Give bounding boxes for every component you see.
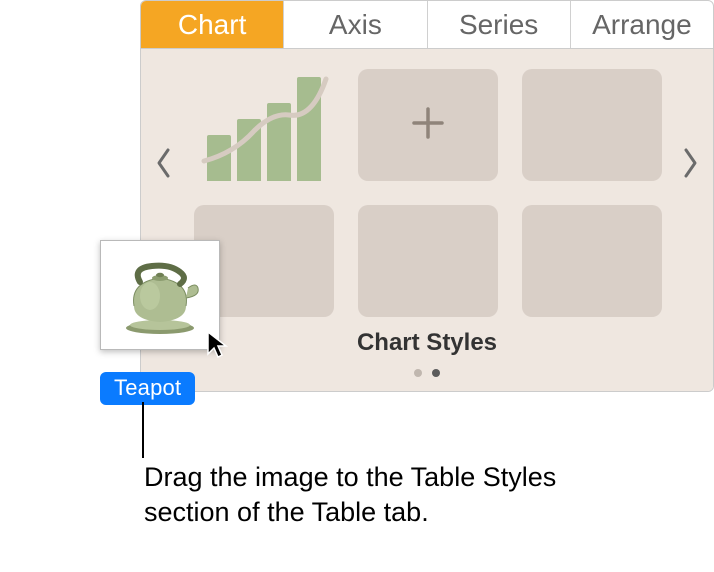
cursor-icon	[206, 330, 230, 360]
tab-axis[interactable]: Axis	[284, 1, 427, 48]
chart-style-empty-slot[interactable]	[522, 205, 662, 317]
page-dot-1[interactable]	[414, 369, 422, 377]
styles-next-button[interactable]	[679, 145, 701, 185]
callout-line	[142, 402, 144, 458]
styles-prev-button[interactable]	[153, 145, 175, 185]
tab-bar: Chart Axis Series Arrange	[141, 1, 713, 49]
page-indicator	[141, 369, 713, 377]
plus-icon	[406, 101, 450, 150]
chart-style-empty-slot[interactable]	[358, 205, 498, 317]
chevron-left-icon	[155, 147, 173, 184]
add-chart-style-button[interactable]	[358, 69, 498, 181]
chart-style-empty-slot[interactable]	[522, 69, 662, 181]
caption-text: Drag the image to the Table Styles secti…	[144, 460, 614, 530]
drag-label: Teapot	[100, 372, 195, 405]
tab-chart[interactable]: Chart	[141, 1, 284, 48]
tab-arrange[interactable]: Arrange	[571, 1, 713, 48]
bar-chart-icon	[194, 69, 334, 181]
page-dot-2[interactable]	[432, 369, 440, 377]
chart-style-preset-1[interactable]	[194, 69, 334, 181]
chevron-right-icon	[681, 147, 699, 184]
tab-series[interactable]: Series	[428, 1, 571, 48]
dragged-thumbnail[interactable]	[100, 240, 220, 350]
chart-styles-grid	[191, 69, 665, 317]
teapot-image	[110, 248, 210, 343]
